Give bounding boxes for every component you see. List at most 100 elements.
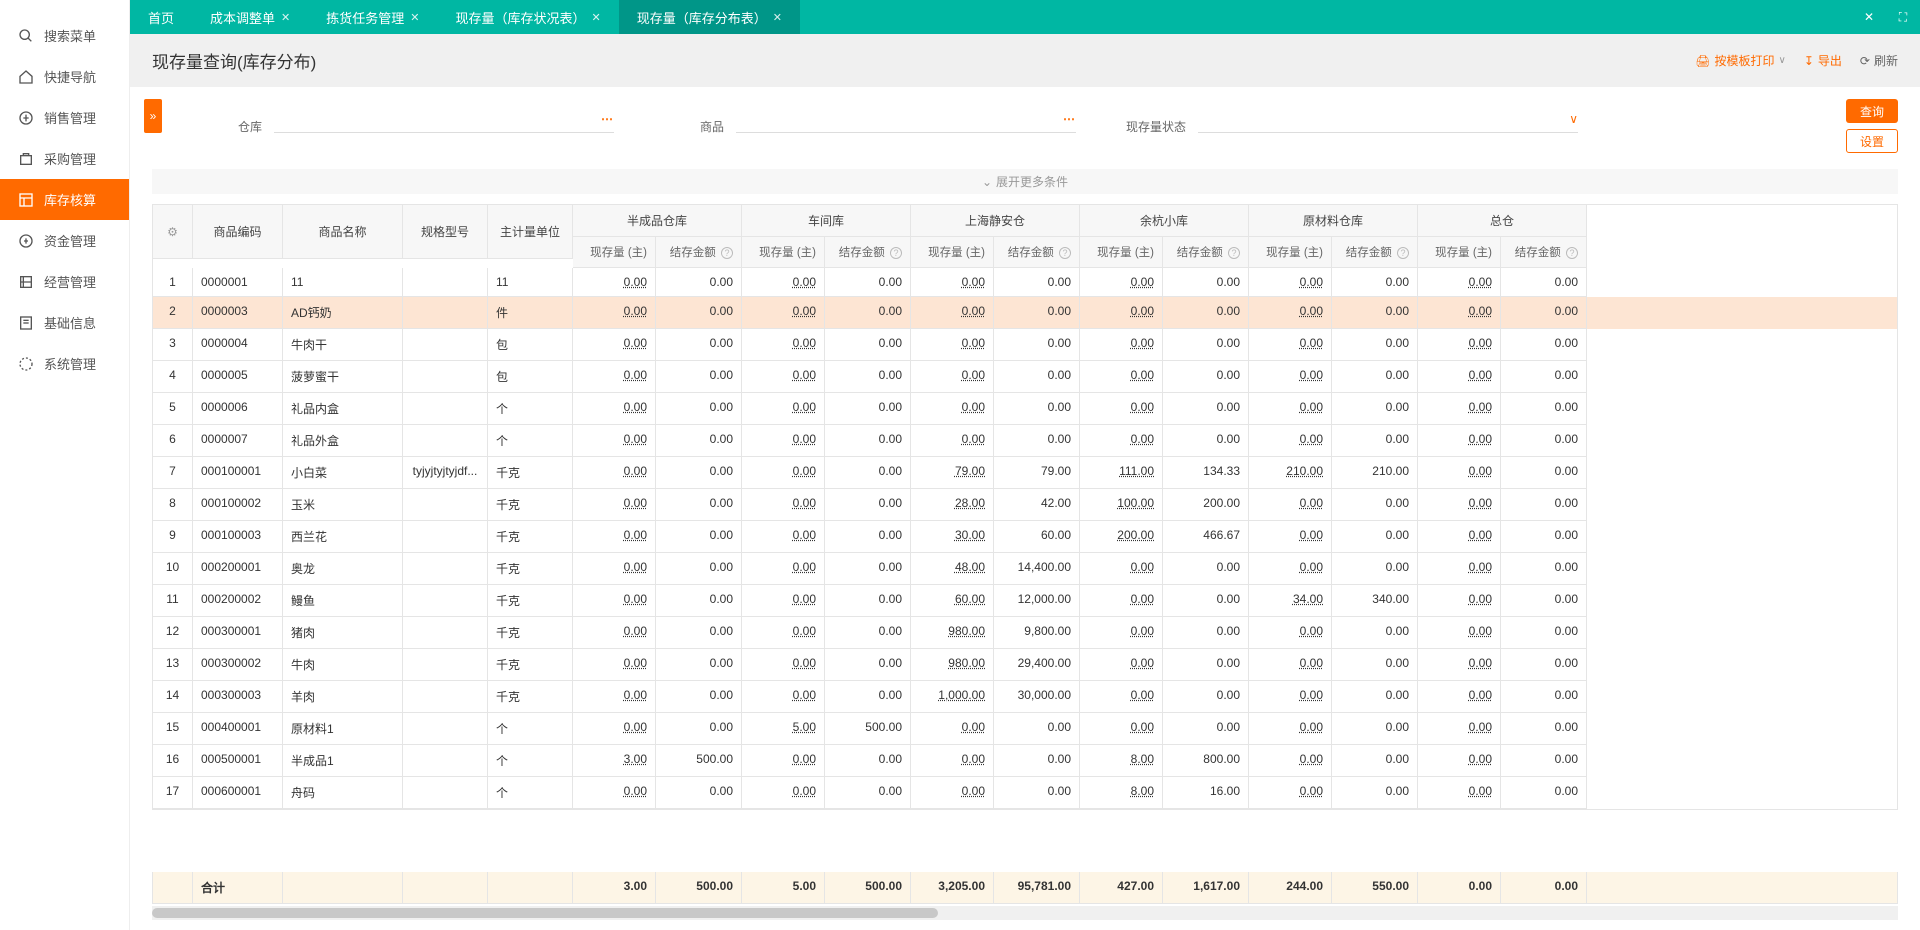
- close-icon[interactable]: ✕: [773, 11, 782, 24]
- product-input[interactable]: ⋯: [736, 120, 1076, 133]
- cell-value[interactable]: 0.00: [1249, 745, 1332, 777]
- cell-value[interactable]: 0.00: [911, 745, 994, 777]
- cell-value[interactable]: 34.00: [1249, 585, 1332, 617]
- cell-value[interactable]: 0.00: [1418, 713, 1501, 745]
- table-row[interactable]: 1000000111110.000.000.000.000.000.000.00…: [153, 268, 1897, 297]
- chevron-down-icon[interactable]: ∨: [1569, 112, 1578, 126]
- tab-close-all[interactable]: ✕: [1852, 0, 1886, 34]
- cell-value[interactable]: 0.00: [911, 329, 994, 361]
- cell-value[interactable]: 0.00: [573, 777, 656, 809]
- cell-value[interactable]: 0.00: [1418, 521, 1501, 553]
- close-icon[interactable]: ✕: [592, 11, 601, 24]
- cell-value[interactable]: 0.00: [1249, 361, 1332, 393]
- cell-value[interactable]: 0.00: [1418, 329, 1501, 361]
- cell-value[interactable]: 0.00: [742, 329, 825, 361]
- sidebar-item-base[interactable]: 基础信息: [0, 302, 129, 343]
- tab[interactable]: 首页: [130, 0, 192, 34]
- close-icon[interactable]: ✕: [281, 11, 290, 24]
- cell-value[interactable]: 0.00: [742, 617, 825, 649]
- more-icon[interactable]: ⋯: [601, 112, 614, 126]
- cell-value[interactable]: 8.00: [1080, 745, 1163, 777]
- column-settings[interactable]: ⚙: [153, 205, 193, 259]
- sidebar-item-sales[interactable]: 销售管理: [0, 97, 129, 138]
- cell-value[interactable]: 48.00: [911, 553, 994, 585]
- cell-value[interactable]: 0.00: [1418, 585, 1501, 617]
- table-row[interactable]: 20000003AD钙奶件0.000.000.000.000.000.000.0…: [153, 297, 1897, 329]
- cell-value[interactable]: 0.00: [1249, 681, 1332, 713]
- table-row[interactable]: 15000400001原材料1个0.000.005.00500.000.000.…: [153, 713, 1897, 745]
- cell-value[interactable]: 1,000.00: [911, 681, 994, 713]
- table-row[interactable]: 8000100002玉米千克0.000.000.000.0028.0042.00…: [153, 489, 1897, 521]
- cell-value[interactable]: 0.00: [742, 457, 825, 489]
- table-row[interactable]: 10000200001奥龙千克0.000.000.000.0048.0014,4…: [153, 553, 1897, 585]
- table-row[interactable]: 50000006礼品内盒个0.000.000.000.000.000.000.0…: [153, 393, 1897, 425]
- cell-value[interactable]: 980.00: [911, 649, 994, 681]
- table-row[interactable]: 60000007礼品外盒个0.000.000.000.000.000.000.0…: [153, 425, 1897, 457]
- cell-value[interactable]: 0.00: [742, 553, 825, 585]
- cell-value[interactable]: 0.00: [1249, 297, 1332, 329]
- cell-value[interactable]: 0.00: [1249, 393, 1332, 425]
- export-link[interactable]: ↧ 导出: [1804, 52, 1842, 69]
- help-icon[interactable]: ?: [1397, 247, 1409, 259]
- cell-value[interactable]: 0.00: [573, 457, 656, 489]
- cell-value[interactable]: 8.00: [1080, 777, 1163, 809]
- cell-value[interactable]: 0.00: [573, 489, 656, 521]
- cell-value[interactable]: 0.00: [1080, 713, 1163, 745]
- cell-value[interactable]: 0.00: [742, 681, 825, 713]
- cell-value[interactable]: 0.00: [1418, 268, 1501, 297]
- sidebar-item-purchase[interactable]: 采购管理: [0, 138, 129, 179]
- table-row[interactable]: 30000004牛肉干包0.000.000.000.000.000.000.00…: [153, 329, 1897, 361]
- cell-value[interactable]: 0.00: [742, 777, 825, 809]
- sidebar-item-stock[interactable]: 库存核算: [0, 179, 129, 220]
- cell-value[interactable]: 0.00: [911, 393, 994, 425]
- cell-value[interactable]: 0.00: [1249, 425, 1332, 457]
- cell-value[interactable]: 0.00: [1418, 681, 1501, 713]
- cell-value[interactable]: 111.00: [1080, 457, 1163, 489]
- tab[interactable]: 成本调整单✕: [192, 0, 308, 34]
- help-icon[interactable]: ?: [721, 247, 733, 259]
- cell-value[interactable]: 0.00: [1080, 553, 1163, 585]
- cell-value[interactable]: 0.00: [1249, 268, 1332, 297]
- cell-value[interactable]: 79.00: [911, 457, 994, 489]
- cell-value[interactable]: 0.00: [1418, 553, 1501, 585]
- cell-value[interactable]: 0.00: [573, 649, 656, 681]
- cell-value[interactable]: 0.00: [1249, 521, 1332, 553]
- cell-value[interactable]: 0.00: [1080, 649, 1163, 681]
- cell-value[interactable]: 0.00: [1080, 361, 1163, 393]
- cell-value[interactable]: 0.00: [1080, 425, 1163, 457]
- cell-value[interactable]: 0.00: [1418, 425, 1501, 457]
- cell-value[interactable]: 0.00: [573, 713, 656, 745]
- cell-value[interactable]: 980.00: [911, 617, 994, 649]
- cell-value[interactable]: 0.00: [1418, 745, 1501, 777]
- cell-value[interactable]: 0.00: [1249, 649, 1332, 681]
- cell-value[interactable]: 0.00: [1080, 268, 1163, 297]
- cell-value[interactable]: 100.00: [1080, 489, 1163, 521]
- warehouse-input[interactable]: ⋯: [274, 120, 614, 133]
- cell-value[interactable]: 0.00: [742, 585, 825, 617]
- tab[interactable]: 现存量（库存状况表）✕: [437, 0, 618, 34]
- expand-conditions[interactable]: ⌄展开更多条件: [152, 169, 1898, 194]
- cell-value[interactable]: 0.00: [742, 425, 825, 457]
- cell-value[interactable]: 0.00: [1080, 329, 1163, 361]
- cell-value[interactable]: 30.00: [911, 521, 994, 553]
- table-row[interactable]: 16000500001半成品1个3.00500.000.000.000.000.…: [153, 745, 1897, 777]
- cell-value[interactable]: 0.00: [742, 361, 825, 393]
- cell-value[interactable]: 0.00: [1080, 681, 1163, 713]
- more-icon[interactable]: ⋯: [1063, 112, 1076, 126]
- cell-value[interactable]: 0.00: [573, 268, 656, 297]
- cell-value[interactable]: 0.00: [1418, 649, 1501, 681]
- table-row[interactable]: 11000200002鳗鱼千克0.000.000.000.0060.0012,0…: [153, 585, 1897, 617]
- cell-value[interactable]: 0.00: [1418, 393, 1501, 425]
- help-icon[interactable]: ?: [1566, 247, 1578, 259]
- cell-value[interactable]: 5.00: [742, 713, 825, 745]
- collapse-filter-handle[interactable]: »: [144, 99, 162, 133]
- print-by-template-link[interactable]: 🖨 按模板打印 ∨: [1695, 52, 1786, 69]
- cell-value[interactable]: 0.00: [573, 617, 656, 649]
- cell-value[interactable]: 0.00: [1418, 777, 1501, 809]
- cell-value[interactable]: 0.00: [573, 361, 656, 393]
- table-row[interactable]: 14000300003羊肉千克0.000.000.000.001,000.003…: [153, 681, 1897, 713]
- cell-value[interactable]: 0.00: [1080, 393, 1163, 425]
- cell-value[interactable]: 3.00: [573, 745, 656, 777]
- tab-fullscreen[interactable]: ⛶: [1886, 0, 1920, 34]
- cell-value[interactable]: 0.00: [911, 297, 994, 329]
